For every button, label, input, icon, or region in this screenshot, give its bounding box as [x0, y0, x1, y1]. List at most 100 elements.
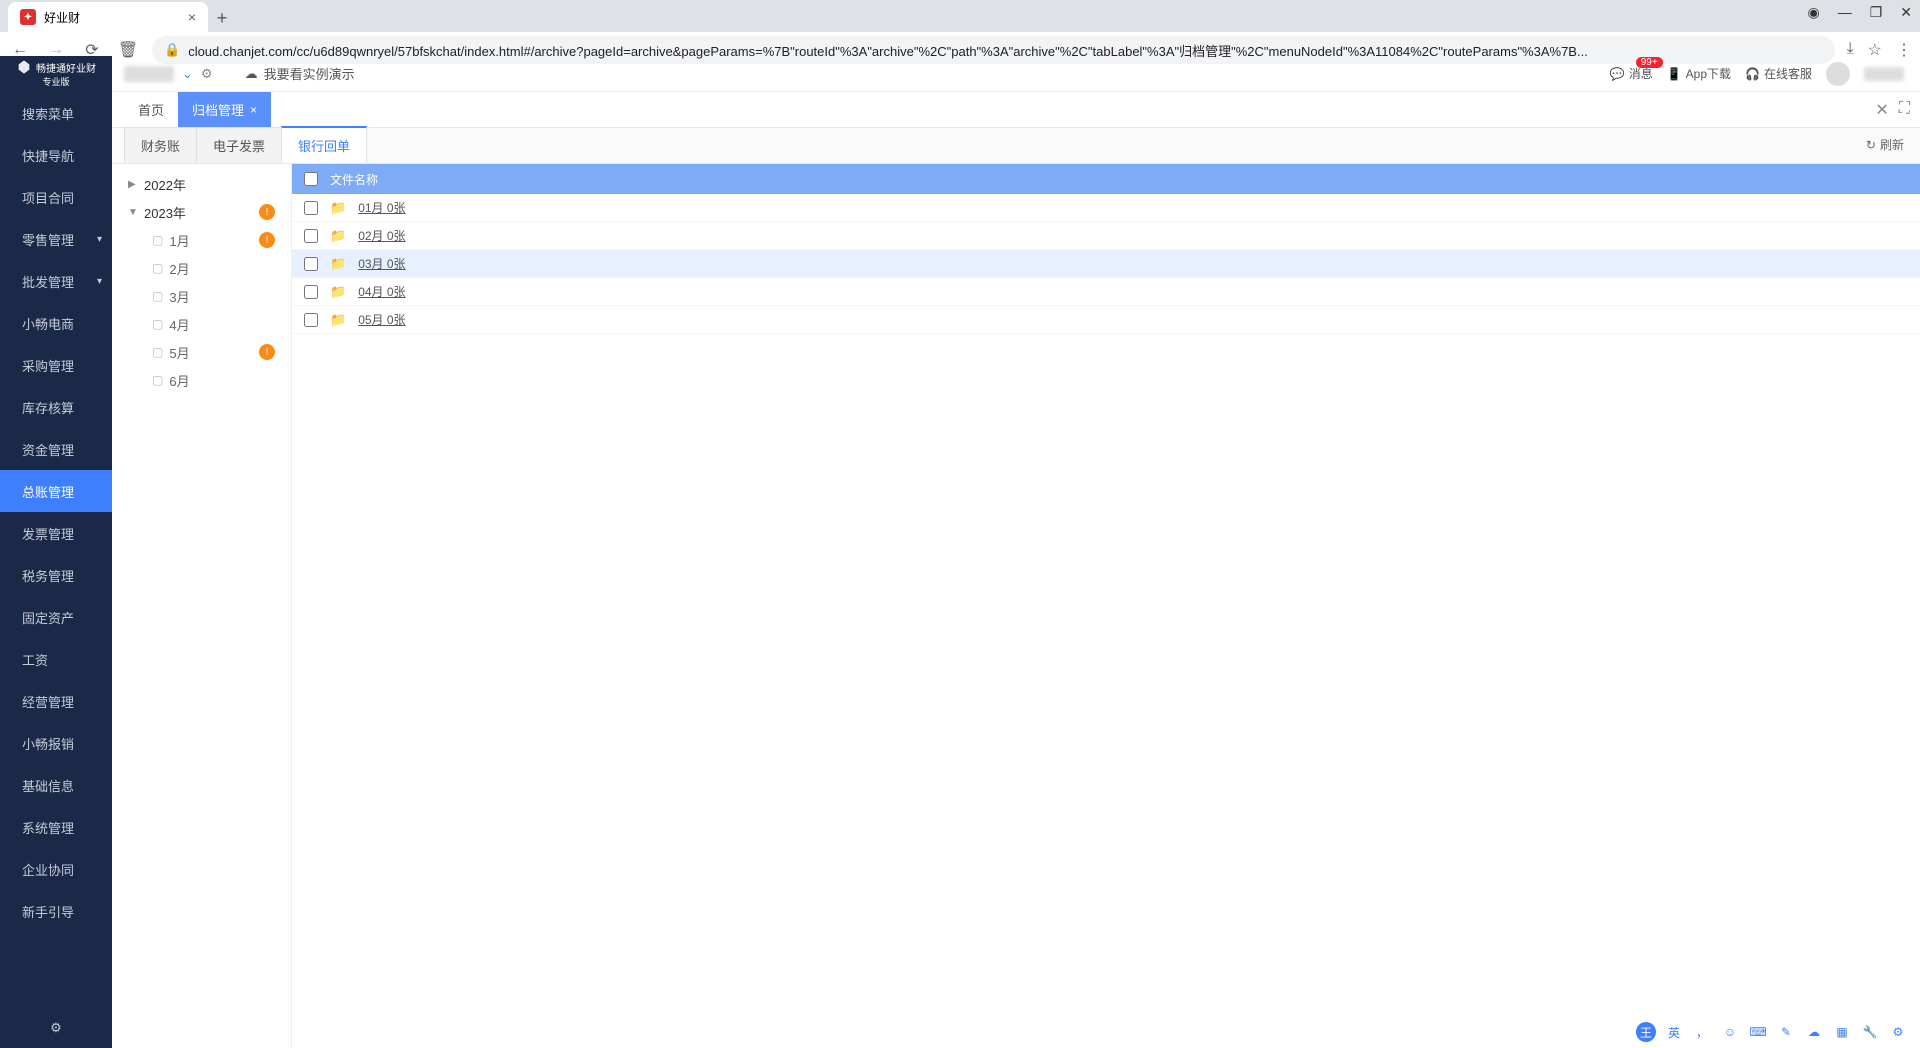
refresh-button[interactable]: ↻ 刷新 — [1866, 136, 1904, 153]
row-checkbox[interactable] — [304, 257, 318, 271]
sidebar-item-13[interactable]: 工资 — [0, 638, 112, 680]
sidebar-item-label: 采购管理 — [22, 356, 74, 375]
sidebar-item-label: 工资 — [22, 650, 48, 669]
url-field[interactable]: 🔒 cloud.chanjet.com/cc/u6d89qwnryel/57bf… — [152, 36, 1835, 64]
sidebar-item-label: 企业协同 — [22, 860, 74, 879]
sidebar-item-9[interactable]: 总账管理 — [0, 470, 112, 512]
file-row[interactable]: 📁02月 0张 — [292, 222, 1920, 250]
tree-month-5[interactable]: ▢5月! — [112, 338, 291, 366]
star-icon[interactable]: ☆ — [1868, 40, 1882, 60]
file-row[interactable]: 📁05月 0张 — [292, 306, 1920, 334]
browser-tab[interactable]: ✦ 好业财 × — [8, 2, 208, 32]
file-name[interactable]: 04月 0张 — [358, 283, 405, 300]
maximize-icon[interactable]: ❐ — [1870, 4, 1883, 21]
new-tab-button[interactable]: + — [208, 4, 236, 32]
ime-keyboard-icon[interactable]: ⌨ — [1748, 1022, 1768, 1042]
user-icon[interactable]: ◉ — [1807, 4, 1819, 21]
ime-toolbar: 王 英 ， ☺ ⌨ ✎ ☁ ▦ 🔧 ⚙ — [1636, 1022, 1908, 1042]
ime-cloud-icon[interactable]: ☁ — [1804, 1022, 1824, 1042]
sidebar-item-0[interactable]: 搜索菜单 — [0, 92, 112, 134]
file-row[interactable]: 📁01月 0张 — [292, 194, 1920, 222]
row-checkbox[interactable] — [304, 201, 318, 215]
sidebar-item-10[interactable]: 发票管理 — [0, 512, 112, 554]
sidebar-item-14[interactable]: 经营管理 — [0, 680, 112, 722]
sidebar-item-label: 批发管理 — [22, 272, 74, 291]
tree-year-2022[interactable]: ▶ 2022年 — [112, 170, 291, 198]
ime-lang-icon[interactable]: 英 — [1664, 1022, 1684, 1042]
org-selector[interactable]: ⌄ ⚙ — [112, 66, 225, 82]
demo-link[interactable]: ☁ 我要看实例演示 — [245, 64, 355, 83]
tree-month-6[interactable]: ▢6月 — [112, 366, 291, 394]
sidebar-item-6[interactable]: 采购管理 — [0, 344, 112, 386]
sidebar-item-2[interactable]: 项目合同 — [0, 176, 112, 218]
tree-month-label: 4月 — [169, 315, 189, 334]
file-name[interactable]: 01月 0张 — [358, 199, 405, 216]
sidebar-item-8[interactable]: 资金管理 — [0, 428, 112, 470]
sidebar-item-7[interactable]: 库存核算 — [0, 386, 112, 428]
subtab-bankreceipt[interactable]: 银行回单 — [281, 126, 367, 163]
tab-home[interactable]: 首页 — [124, 92, 178, 128]
caret-down-icon: ▼ — [128, 207, 138, 218]
fullscreen-icon[interactable]: ⛶ — [1899, 100, 1910, 120]
tree-year-2023[interactable]: ▼ 2023年 ! — [112, 198, 291, 226]
ime-comma-icon[interactable]: ， — [1692, 1022, 1712, 1042]
ime-mic-icon[interactable]: ✎ — [1776, 1022, 1796, 1042]
file-name[interactable]: 05月 0张 — [358, 311, 405, 328]
ime-gear-icon[interactable]: ⚙ — [1888, 1022, 1908, 1042]
tree-month-label: 2月 — [169, 259, 189, 278]
gear-icon[interactable]: ⚙ — [201, 66, 213, 82]
folder-icon: ▢ — [152, 289, 163, 303]
ime-smile-icon[interactable]: ☺ — [1720, 1022, 1740, 1042]
tree-month-3[interactable]: ▢3月 — [112, 282, 291, 310]
folder-icon: 📁 — [330, 284, 346, 300]
install-icon[interactable]: ⤓ — [1847, 40, 1854, 60]
tab-close-icon[interactable]: × — [188, 9, 196, 25]
refresh-label: 刷新 — [1880, 136, 1904, 153]
tree-month-4[interactable]: ▢4月 — [112, 310, 291, 338]
sidebar-item-18[interactable]: 企业协同 — [0, 848, 112, 890]
sidebar-item-15[interactable]: 小畅报销 — [0, 722, 112, 764]
sidebar-item-17[interactable]: 系统管理 — [0, 806, 112, 848]
sidebar-item-3[interactable]: 零售管理▾ — [0, 218, 112, 260]
sidebar-item-5[interactable]: 小畅电商 — [0, 302, 112, 344]
folder-icon: 📁 — [330, 256, 346, 272]
subtab-finance[interactable]: 财务账 — [124, 127, 197, 163]
ime-grid-icon[interactable]: ▦ — [1832, 1022, 1852, 1042]
service-button[interactable]: 🎧 在线客服 — [1745, 65, 1812, 82]
subtab-einvoice[interactable]: 电子发票 — [196, 127, 282, 163]
sidebar-item-19[interactable]: 新手引导 — [0, 890, 112, 932]
sidebar-item-12[interactable]: 固定资产 — [0, 596, 112, 638]
row-checkbox[interactable] — [304, 285, 318, 299]
menu-icon[interactable]: ⋮ — [1896, 40, 1912, 60]
alert-badge-icon: ! — [259, 204, 275, 220]
file-name[interactable]: 02月 0张 — [358, 227, 405, 244]
ime-mode-icon[interactable]: 王 — [1636, 1022, 1656, 1042]
sidebar-item-16[interactable]: 基础信息 — [0, 764, 112, 806]
tab-archive[interactable]: 归档管理 × — [178, 92, 271, 128]
ime-tool-icon[interactable]: 🔧 — [1860, 1022, 1880, 1042]
file-name[interactable]: 03月 0张 — [358, 255, 405, 272]
file-row[interactable]: 📁 04月 0张 — [292, 278, 1920, 306]
close-icon[interactable]: ✕ — [1900, 4, 1912, 21]
year-tree: ▶ 2022年 ▼ 2023年 ! ▢1月!▢2月▢3月▢4月▢5月!▢6月 — [112, 164, 292, 1048]
folder-icon: ▢ — [152, 345, 163, 359]
app-download-button[interactable]: 📱 App下载 — [1667, 65, 1731, 82]
row-checkbox[interactable] — [304, 313, 318, 327]
tree-month-2[interactable]: ▢2月 — [112, 254, 291, 282]
sidebar-item-1[interactable]: 快捷导航 — [0, 134, 112, 176]
tree-month-1[interactable]: ▢1月! — [112, 226, 291, 254]
tab-close-icon[interactable]: × — [250, 103, 257, 117]
sidebar-item-4[interactable]: 批发管理▾ — [0, 260, 112, 302]
sidebar-gear-icon[interactable]: ⚙ — [0, 1008, 112, 1048]
message-button[interactable]: 💬 消息 99+ — [1610, 65, 1653, 82]
avatar[interactable] — [1826, 62, 1850, 86]
minimize-icon[interactable]: — — [1838, 4, 1852, 21]
sidebar: 搜索菜单快捷导航项目合同零售管理▾批发管理▾ 小畅电商采购管理库存核算资金管理总账… — [0, 92, 112, 1048]
sidebar-item-11[interactable]: 税务管理 — [0, 554, 112, 596]
row-checkbox[interactable] — [304, 229, 318, 243]
select-all-checkbox[interactable] — [304, 172, 318, 186]
sidebar-item-label: 小畅电商 — [22, 314, 74, 333]
file-row[interactable]: 📁 03月 0张 — [292, 250, 1920, 278]
trash-icon[interactable]: 🗑 — [116, 40, 140, 60]
close-all-icon[interactable]: ✕ — [1875, 100, 1888, 120]
